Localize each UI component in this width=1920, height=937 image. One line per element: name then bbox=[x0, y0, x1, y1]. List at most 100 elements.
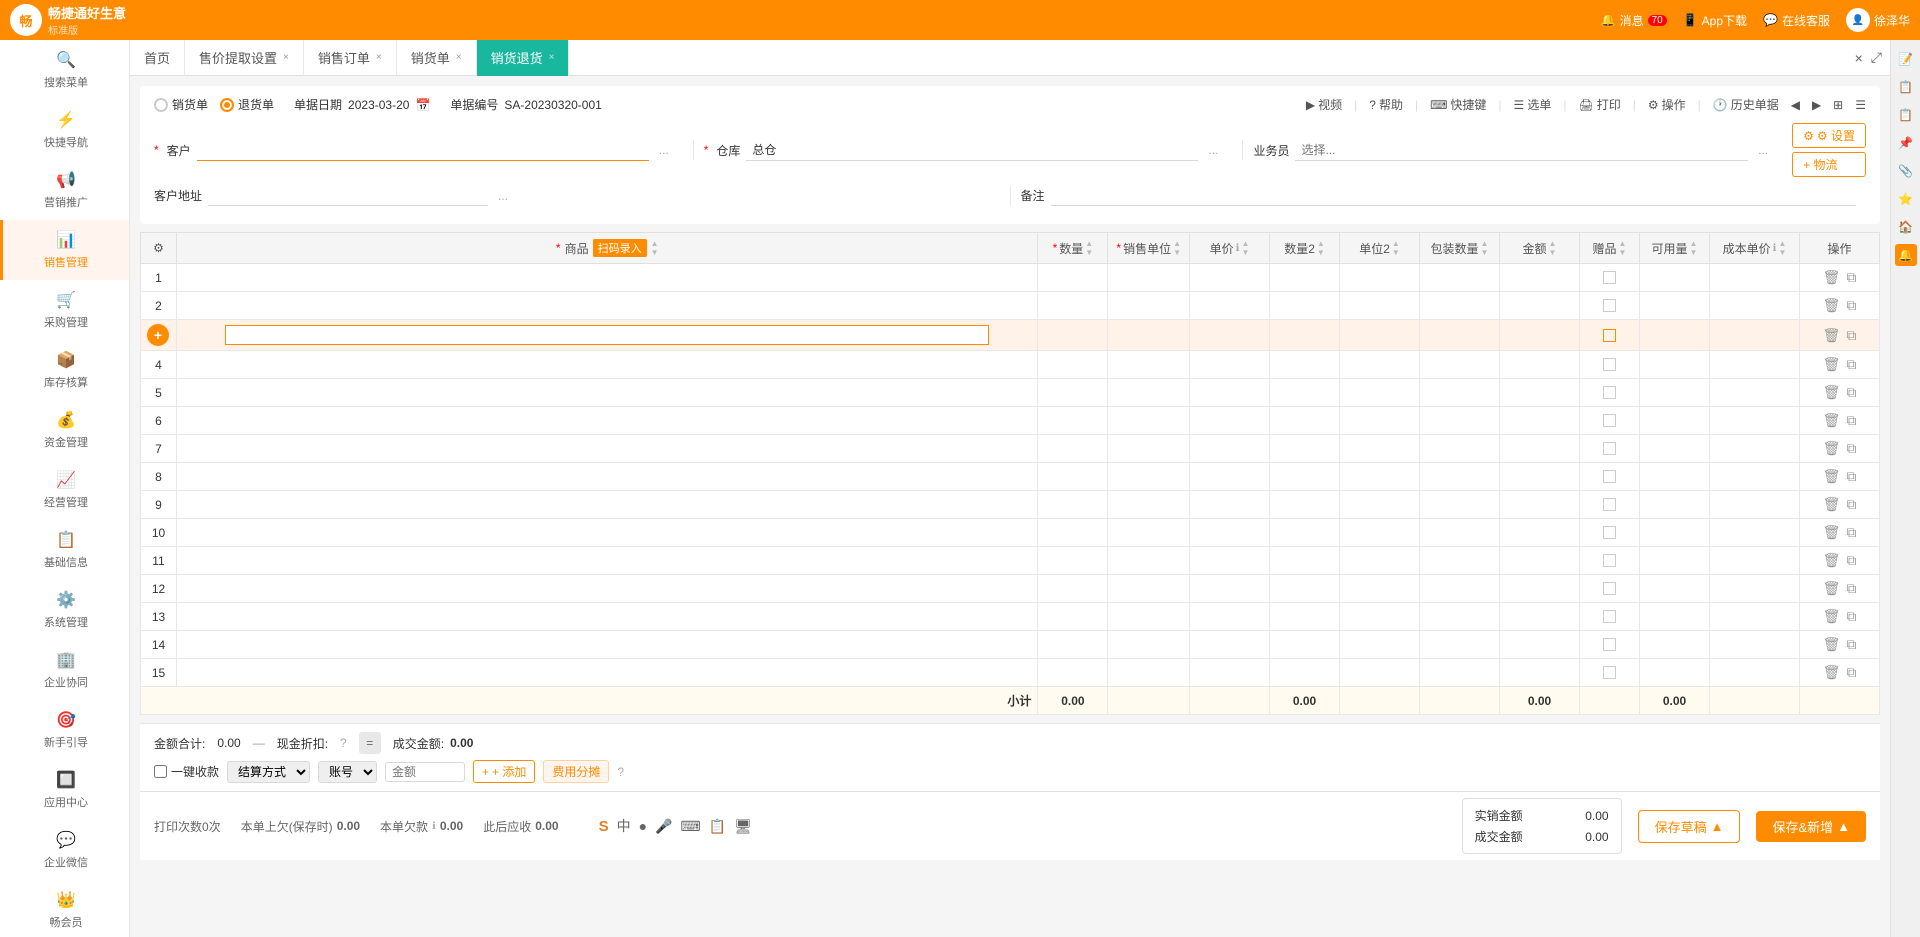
unit-cell[interactable] bbox=[1108, 264, 1190, 292]
gift-checkbox[interactable] bbox=[1603, 470, 1616, 483]
product-cell[interactable] bbox=[177, 320, 1038, 351]
delete-row-btn[interactable]: 🗑 bbox=[1823, 580, 1841, 597]
product-cell[interactable] bbox=[177, 491, 1038, 519]
qty-cell[interactable] bbox=[1038, 292, 1108, 320]
toolbar-prev-btn[interactable]: ◀ bbox=[1791, 98, 1800, 112]
qty2-cell[interactable] bbox=[1270, 463, 1340, 491]
gift-cell[interactable] bbox=[1580, 435, 1640, 463]
qty-cell[interactable] bbox=[1038, 631, 1108, 659]
notice-button[interactable]: 🔔 消息 70 bbox=[1601, 12, 1667, 29]
th-settings[interactable]: ⚙ bbox=[141, 233, 177, 264]
cost-info-icon[interactable]: ℹ bbox=[1773, 243, 1777, 254]
equals-button[interactable]: = bbox=[359, 732, 381, 754]
qty2-cell[interactable] bbox=[1270, 631, 1340, 659]
user-profile[interactable]: 👤 徐泽华 bbox=[1846, 8, 1910, 32]
pack-cell[interactable] bbox=[1420, 407, 1500, 435]
avail-cell[interactable] bbox=[1640, 351, 1710, 379]
qty2-cell[interactable] bbox=[1270, 435, 1340, 463]
product-cell[interactable] bbox=[177, 463, 1038, 491]
right-panel-icon-3[interactable]: 📋 bbox=[1895, 104, 1917, 126]
toolbar-history-btn[interactable]: 🕐 历史单据 bbox=[1713, 96, 1779, 113]
gift-cell[interactable] bbox=[1580, 603, 1640, 631]
unit-cell[interactable] bbox=[1108, 351, 1190, 379]
amount-cell[interactable] bbox=[1500, 519, 1580, 547]
price-cell[interactable] bbox=[1190, 575, 1270, 603]
tab-sales-return[interactable]: 销货退货 × bbox=[477, 40, 570, 76]
gift-cell[interactable] bbox=[1580, 320, 1640, 351]
gift-cell[interactable] bbox=[1580, 547, 1640, 575]
pack-cell[interactable] bbox=[1420, 463, 1500, 491]
qty-cell[interactable] bbox=[1038, 351, 1108, 379]
cost-cell[interactable] bbox=[1710, 575, 1800, 603]
pack-cell[interactable] bbox=[1420, 603, 1500, 631]
product-cell[interactable] bbox=[177, 379, 1038, 407]
warehouse-ellipsis-btn[interactable]: ... bbox=[1204, 143, 1222, 157]
copy-row-btn[interactable]: ⧉ bbox=[1846, 524, 1856, 541]
copy-row-btn[interactable]: ⧉ bbox=[1846, 580, 1856, 597]
pack-sort[interactable]: ▲▼ bbox=[1481, 239, 1489, 257]
copy-row-btn[interactable]: ⧉ bbox=[1846, 664, 1856, 681]
gift-checkbox[interactable] bbox=[1603, 498, 1616, 511]
amount-cell[interactable] bbox=[1500, 631, 1580, 659]
price-cell[interactable] bbox=[1190, 491, 1270, 519]
gift-cell[interactable] bbox=[1580, 351, 1640, 379]
unit-cell[interactable] bbox=[1108, 463, 1190, 491]
gift-cell[interactable] bbox=[1580, 292, 1640, 320]
amount-cell[interactable] bbox=[1500, 547, 1580, 575]
unit-cell[interactable] bbox=[1108, 603, 1190, 631]
unit-sort[interactable]: ▲▼ bbox=[1173, 239, 1181, 257]
delete-row-btn[interactable]: 🗑 bbox=[1823, 356, 1841, 373]
qty2-cell[interactable] bbox=[1270, 491, 1340, 519]
calc-method-select[interactable]: 结算方式 bbox=[227, 761, 310, 783]
price-cell[interactable] bbox=[1190, 603, 1270, 631]
amount-cell[interactable] bbox=[1500, 435, 1580, 463]
pack-cell[interactable] bbox=[1420, 547, 1500, 575]
product-input[interactable] bbox=[225, 325, 989, 345]
avail-cell[interactable] bbox=[1640, 547, 1710, 575]
qty2-cell[interactable] bbox=[1270, 659, 1340, 687]
sidebar-item-guide[interactable]: 🎯 新手引导 bbox=[0, 700, 129, 760]
one-click-pay-check[interactable]: 一键收款 bbox=[154, 763, 219, 780]
copy-row-btn[interactable]: ⧉ bbox=[1846, 440, 1856, 457]
avail-cell[interactable] bbox=[1640, 575, 1710, 603]
gift-cell[interactable] bbox=[1580, 631, 1640, 659]
gift-cell[interactable] bbox=[1580, 379, 1640, 407]
save-new-button[interactable]: 保存&新增 ▲ bbox=[1756, 811, 1866, 842]
gift-cell[interactable] bbox=[1580, 407, 1640, 435]
qty-cell[interactable] bbox=[1038, 491, 1108, 519]
tab-price-setting-close[interactable]: × bbox=[283, 52, 289, 63]
right-panel-icon-5[interactable]: 📎 bbox=[1895, 160, 1917, 182]
add-fee-btn[interactable]: + + 添加 bbox=[473, 760, 535, 783]
avail-cell[interactable] bbox=[1640, 320, 1710, 351]
qty2-cell[interactable] bbox=[1270, 603, 1340, 631]
pack-cell[interactable] bbox=[1420, 519, 1500, 547]
unit-cell[interactable] bbox=[1108, 631, 1190, 659]
delete-row-btn[interactable]: 🗑 bbox=[1823, 297, 1841, 314]
note-input[interactable] bbox=[1051, 185, 1856, 206]
gift-sort[interactable]: ▲▼ bbox=[1619, 239, 1627, 257]
sidebar-item-sales[interactable]: 📊 销售管理 bbox=[0, 220, 129, 280]
unit2-cell[interactable] bbox=[1340, 435, 1420, 463]
copy-row-btn[interactable]: ⧉ bbox=[1846, 552, 1856, 569]
gift-cell[interactable] bbox=[1580, 264, 1640, 292]
qty2-sort[interactable]: ▲▼ bbox=[1317, 239, 1325, 257]
delete-row-btn[interactable]: 🗑 bbox=[1823, 608, 1841, 625]
product-cell[interactable] bbox=[177, 435, 1038, 463]
qty-cell[interactable] bbox=[1038, 264, 1108, 292]
avail-sort[interactable]: ▲▼ bbox=[1690, 239, 1698, 257]
product-cell[interactable] bbox=[177, 264, 1038, 292]
amount-sort[interactable]: ▲▼ bbox=[1549, 239, 1557, 257]
avail-cell[interactable] bbox=[1640, 519, 1710, 547]
address-ellipsis-btn[interactable]: ... bbox=[494, 189, 512, 203]
right-panel-icon-8[interactable]: 🔔 bbox=[1895, 244, 1917, 266]
delete-row-btn[interactable]: 🗑 bbox=[1823, 412, 1841, 429]
qty-cell[interactable] bbox=[1038, 575, 1108, 603]
right-panel-icon-2[interactable]: 📋 bbox=[1895, 76, 1917, 98]
unit2-cell[interactable] bbox=[1340, 575, 1420, 603]
delete-row-btn[interactable]: 🗑 bbox=[1823, 384, 1841, 401]
gift-checkbox[interactable] bbox=[1603, 638, 1616, 651]
avail-cell[interactable] bbox=[1640, 407, 1710, 435]
right-panel-icon-4[interactable]: 📌 bbox=[1895, 132, 1917, 154]
gift-cell[interactable] bbox=[1580, 575, 1640, 603]
sidebar-item-operation[interactable]: 📈 经营管理 bbox=[0, 460, 129, 520]
